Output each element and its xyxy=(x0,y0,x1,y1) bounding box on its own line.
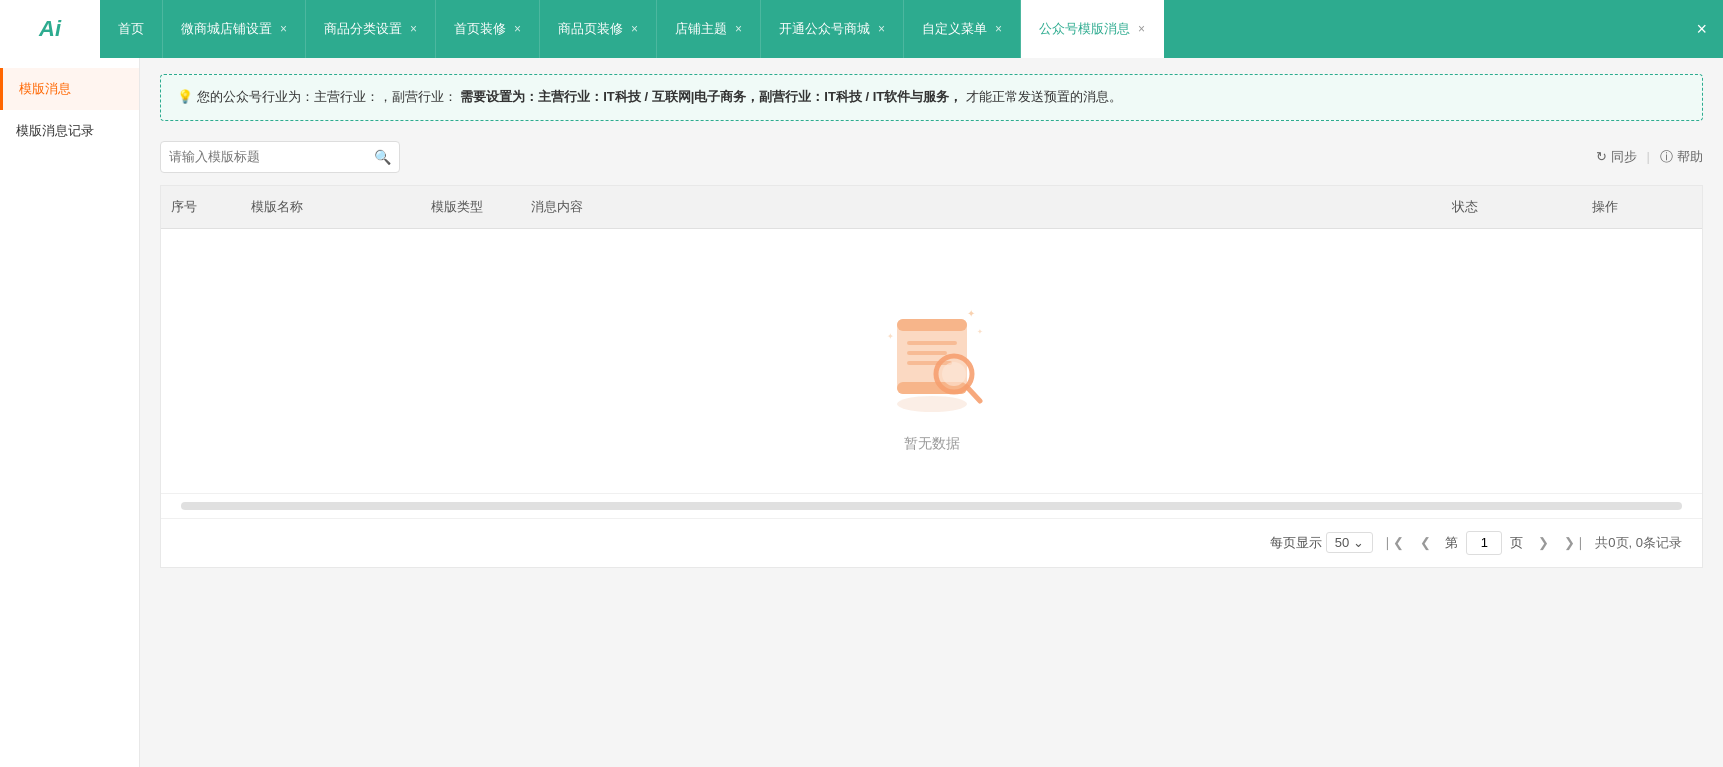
svg-point-8 xyxy=(942,362,966,386)
content-area: 💡 您的公众号行业为：主营行业：，副营行业： 需要设置为：主营行业：IT科技 /… xyxy=(140,58,1723,767)
tab-product-decor-label: 商品页装修 xyxy=(558,20,623,38)
tab-custom-menu[interactable]: 自定义菜单 × xyxy=(904,0,1021,58)
prev-page-button[interactable]: ❮ xyxy=(1413,531,1437,555)
tab-template-msg[interactable]: 公众号模版消息 × xyxy=(1021,0,1164,58)
th-type: 模版类型 xyxy=(421,186,521,228)
sidebar-item-template-msg-log[interactable]: 模版消息记录 xyxy=(0,110,139,152)
tab-product-category-label: 商品分类设置 xyxy=(324,20,402,38)
tab-open-mall-label: 开通公众号商城 xyxy=(779,20,870,38)
tab-shop-settings[interactable]: 微商城店铺设置 × xyxy=(163,0,306,58)
page-size-select: 每页显示 50 ⌄ xyxy=(1270,532,1373,553)
close-all-button[interactable]: × xyxy=(1680,19,1723,40)
sync-button[interactable]: ↻ 同步 xyxy=(1596,148,1637,166)
tab-home[interactable]: 首页 xyxy=(100,0,163,58)
total-info: 共0页, 0条记录 xyxy=(1595,534,1682,552)
page-unit: 页 xyxy=(1510,534,1523,552)
tab-home-decor[interactable]: 首页装修 × xyxy=(436,0,540,58)
tab-product-category[interactable]: 商品分类设置 × xyxy=(306,0,436,58)
notice-highlight: 需要设置为：主营行业：IT科技 / 互联网|电子商务，副营行业：IT科技 / I… xyxy=(460,89,962,104)
table-header: 序号 模版名称 模版类型 消息内容 状态 操作 xyxy=(161,186,1702,229)
svg-text:✦: ✦ xyxy=(887,332,894,341)
scroll-bar-area xyxy=(161,493,1702,518)
notice-suffix: 才能正常发送预置的消息。 xyxy=(966,89,1122,104)
sidebar-item-template-msg-log-label: 模版消息记录 xyxy=(16,123,94,138)
help-button[interactable]: ⓘ 帮助 xyxy=(1660,148,1703,166)
tab-home-label: 首页 xyxy=(118,20,144,38)
search-bar: 🔍 ↻ 同步 | ⓘ 帮助 xyxy=(160,141,1703,173)
tab-shop-settings-label: 微商城店铺设置 xyxy=(181,20,272,38)
pagination: 每页显示 50 ⌄ ❘❮ ❮ 第 页 ❯ ❯❘ 共0页, 0条记录 xyxy=(161,518,1702,567)
th-name: 模版名称 xyxy=(241,186,421,228)
tab-product-decor[interactable]: 商品页装修 × xyxy=(540,0,657,58)
page-size-label: 每页显示 xyxy=(1270,534,1322,552)
sidebar: 模版消息 模版消息记录 xyxy=(0,58,140,767)
toolbar-divider: | xyxy=(1647,149,1650,164)
th-content: 消息内容 xyxy=(521,186,1442,228)
close-tab-home-decor[interactable]: × xyxy=(514,22,521,36)
sidebar-item-template-msg[interactable]: 模版消息 xyxy=(0,68,139,110)
tab-bar: Ai 首页 微商城店铺设置 × 商品分类设置 × 首页装修 × 商品页装修 × … xyxy=(0,0,1723,58)
close-tab-custom-menu[interactable]: × xyxy=(995,22,1002,36)
chevron-down-icon: ⌄ xyxy=(1353,535,1364,550)
sidebar-item-template-msg-label: 模版消息 xyxy=(19,81,71,96)
close-tab-shop-theme[interactable]: × xyxy=(735,22,742,36)
toolbar-right: ↻ 同步 | ⓘ 帮助 xyxy=(1596,148,1703,166)
tab-open-mall[interactable]: 开通公众号商城 × xyxy=(761,0,904,58)
tab-shop-theme[interactable]: 店铺主题 × xyxy=(657,0,761,58)
close-tab-shop-settings[interactable]: × xyxy=(280,22,287,36)
tab-shop-theme-label: 店铺主题 xyxy=(675,20,727,38)
page-number-input[interactable] xyxy=(1466,531,1502,555)
data-table: 序号 模版名称 模版类型 消息内容 状态 操作 xyxy=(160,185,1703,568)
first-page-button[interactable]: ❘❮ xyxy=(1381,531,1405,555)
svg-rect-4 xyxy=(907,341,957,345)
sync-icon: ↻ xyxy=(1596,149,1607,164)
svg-rect-2 xyxy=(897,319,967,331)
main-layout: 模版消息 模版消息记录 💡 您的公众号行业为：主营行业：，副营行业： 需要设置为… xyxy=(0,58,1723,767)
tab-custom-menu-label: 自定义菜单 xyxy=(922,20,987,38)
close-tab-product-decor[interactable]: × xyxy=(631,22,638,36)
th-action: 操作 xyxy=(1582,186,1702,228)
svg-point-0 xyxy=(897,396,967,412)
empty-state: ✦ ✦ ✦ 暂无数据 xyxy=(161,229,1702,493)
help-label: 帮助 xyxy=(1677,148,1703,166)
fake-scrollbar[interactable] xyxy=(181,502,1682,510)
close-tab-product-category[interactable]: × xyxy=(410,22,417,36)
app-logo: Ai xyxy=(0,0,100,58)
next-page-button[interactable]: ❯ xyxy=(1531,531,1555,555)
page-prefix: 第 xyxy=(1445,534,1458,552)
empty-text: 暂无数据 xyxy=(904,435,960,453)
page-size-value: 50 xyxy=(1335,535,1349,550)
sync-label: 同步 xyxy=(1611,148,1637,166)
search-icon[interactable]: 🔍 xyxy=(374,149,391,165)
th-status: 状态 xyxy=(1442,186,1582,228)
notice-box: 💡 您的公众号行业为：主营行业：，副营行业： 需要设置为：主营行业：IT科技 /… xyxy=(160,74,1703,121)
tab-template-msg-label: 公众号模版消息 xyxy=(1039,20,1130,38)
svg-rect-6 xyxy=(907,361,952,365)
help-icon: ⓘ xyxy=(1660,148,1673,166)
notice-prefix: 您的公众号行业为：主营行业：，副营行业： xyxy=(197,89,457,104)
svg-line-9 xyxy=(967,387,980,401)
close-tab-open-mall[interactable]: × xyxy=(878,22,885,36)
page-size-dropdown[interactable]: 50 ⌄ xyxy=(1326,532,1373,553)
search-input[interactable] xyxy=(169,149,374,164)
close-tab-template-msg[interactable]: × xyxy=(1138,22,1145,36)
svg-text:✦: ✦ xyxy=(967,308,975,319)
last-page-button[interactable]: ❯❘ xyxy=(1563,531,1587,555)
tab-home-decor-label: 首页装修 xyxy=(454,20,506,38)
th-index: 序号 xyxy=(161,186,241,228)
svg-rect-5 xyxy=(907,351,947,355)
notice-icon: 💡 xyxy=(177,89,193,104)
search-input-wrap: 🔍 xyxy=(160,141,400,173)
empty-illustration: ✦ ✦ ✦ xyxy=(872,289,992,419)
svg-text:✦: ✦ xyxy=(977,328,983,335)
